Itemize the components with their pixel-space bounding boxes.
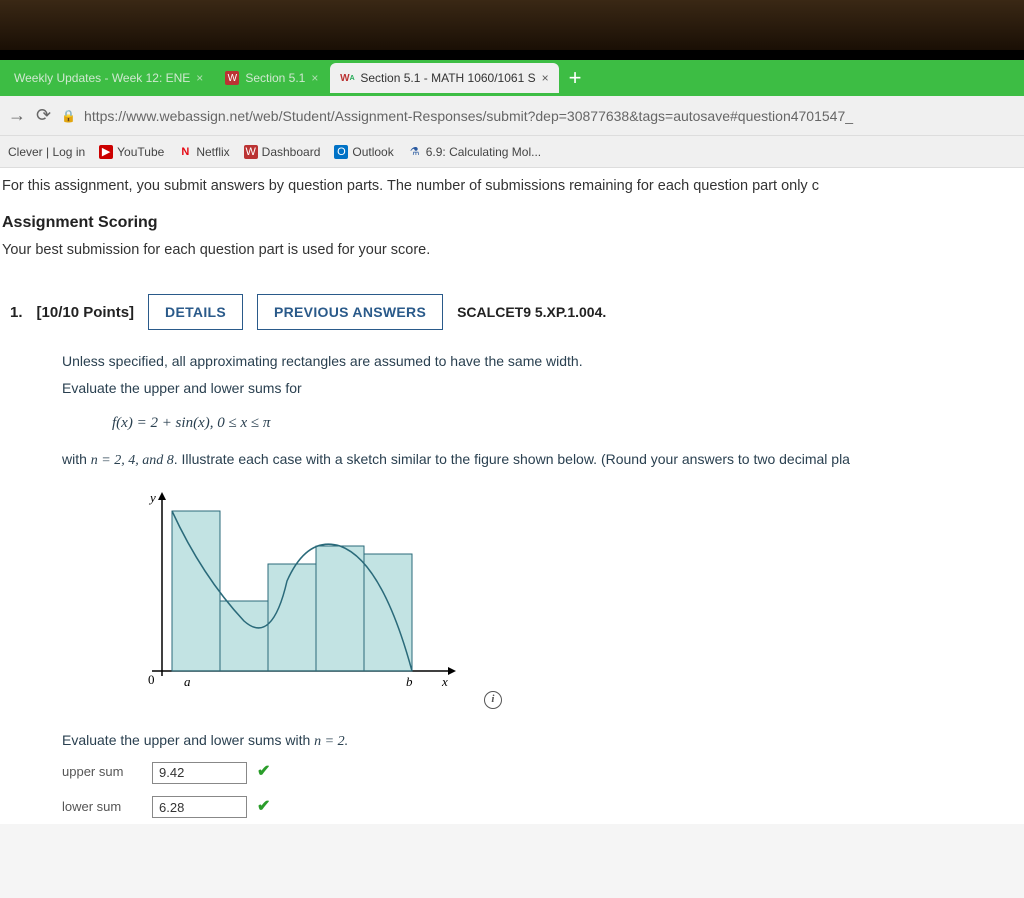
question-text-line: Unless specified, all approximating rect… — [62, 348, 1024, 375]
browser-tab[interactable]: Weekly Updates - Week 12: ENE × — [4, 63, 213, 93]
bookmark-label: 6.9: Calculating Mol... — [426, 145, 541, 159]
lower-sum-input[interactable] — [152, 796, 247, 818]
a-label: a — [184, 674, 191, 689]
page-content: For this assignment, you submit answers … — [0, 168, 1024, 824]
y-axis-label: y — [148, 490, 156, 505]
bookmark-outlook[interactable]: O Outlook — [334, 145, 393, 159]
forward-icon[interactable]: → — [8, 105, 26, 126]
close-icon[interactable]: × — [311, 71, 318, 85]
lower-sum-label: lower sum — [62, 795, 142, 820]
bookmark-chemistry[interactable]: ⚗ 6.9: Calculating Mol... — [408, 145, 541, 159]
browser-tab-bar: Weekly Updates - Week 12: ENE × W Sectio… — [0, 60, 1024, 96]
question-figure: y 0 a b x i — [122, 486, 1024, 715]
bookmark-netflix[interactable]: N Netflix — [178, 145, 229, 159]
flask-icon: ⚗ — [408, 145, 422, 159]
url-text: https://www.webassign.net/web/Student/As… — [84, 108, 853, 124]
bookmarks-bar: Clever | Log in ▶ YouTube N Netflix W Da… — [0, 136, 1024, 168]
question-formula: f(x) = 2 + sin(x), 0 ≤ x ≤ π — [62, 401, 1024, 446]
bookmark-label: Netflix — [196, 145, 229, 159]
upper-sum-row: upper sum ✔ — [62, 755, 1024, 789]
bookmark-label: Dashboard — [262, 145, 321, 159]
tab-title: Section 5.1 — [245, 71, 305, 85]
outlook-icon: O — [334, 145, 348, 159]
browser-tab[interactable]: W Section 5.1 × — [215, 63, 328, 93]
check-icon: ✔ — [257, 792, 270, 822]
b-label: b — [406, 674, 413, 689]
previous-answers-button[interactable]: PREVIOUS ANSWERS — [257, 294, 443, 330]
check-icon: ✔ — [257, 757, 270, 787]
riemann-sum-sketch: y 0 a b x — [122, 486, 472, 706]
bookmark-youtube[interactable]: ▶ YouTube — [99, 145, 164, 159]
question-header: 1. [10/10 Points] DETAILS PREVIOUS ANSWE… — [2, 288, 1024, 348]
submission-info: For this assignment, you submit answers … — [2, 176, 1024, 206]
dashboard-icon: W — [244, 145, 258, 159]
browser-address-bar: → ⟳ 🔒 https://www.webassign.net/web/Stud… — [0, 96, 1024, 136]
tab-title: Weekly Updates - Week 12: ENE — [14, 71, 190, 85]
lower-sum-row: lower sum ✔ — [62, 790, 1024, 824]
upper-sum-label: upper sum — [62, 760, 142, 785]
reload-icon[interactable]: ⟳ — [36, 105, 51, 126]
upper-sum-input[interactable] — [152, 762, 247, 784]
webassign-icon: W — [225, 71, 239, 85]
question-text-line: with n = 2, 4, and 8. Illustrate each ca… — [62, 446, 1024, 475]
photo-background — [0, 0, 1024, 50]
question-points: [10/10 Points] — [37, 304, 135, 321]
scoring-heading: Assignment Scoring — [2, 206, 1024, 242]
url-bar[interactable]: 🔒 https://www.webassign.net/web/Student/… — [61, 108, 1016, 124]
bookmark-label: YouTube — [117, 145, 164, 159]
browser-tab-active[interactable]: WA Section 5.1 - MATH 1060/1061 S × — [330, 63, 558, 93]
question-code: SCALCET9 5.XP.1.004. — [457, 304, 606, 320]
question-number: 1. — [10, 304, 23, 321]
screen-bezel — [0, 50, 1024, 60]
netflix-icon: N — [178, 145, 192, 159]
bookmark-label: Outlook — [352, 145, 393, 159]
lock-icon: 🔒 — [61, 109, 76, 123]
question-body: Unless specified, all approximating rect… — [2, 348, 1024, 824]
youtube-icon: ▶ — [99, 145, 113, 159]
info-icon[interactable]: i — [484, 691, 502, 709]
webassign-icon: WA — [340, 71, 354, 85]
new-tab-button[interactable]: + — [561, 65, 590, 91]
bookmark-label: Clever | Log in — [8, 145, 85, 159]
close-icon[interactable]: × — [542, 71, 549, 85]
bookmark-dashboard[interactable]: W Dashboard — [244, 145, 321, 159]
scoring-text: Your best submission for each question p… — [2, 242, 1024, 288]
close-icon[interactable]: × — [196, 71, 203, 85]
question-text-line: Evaluate the upper and lower sums for — [62, 375, 1024, 402]
origin-label: 0 — [148, 672, 155, 687]
evaluate-line: Evaluate the upper and lower sums with n… — [62, 721, 1024, 756]
bookmark-clever[interactable]: Clever | Log in — [8, 145, 85, 159]
tab-title: Section 5.1 - MATH 1060/1061 S — [360, 71, 535, 85]
x-axis-label: x — [441, 674, 448, 689]
details-button[interactable]: DETAILS — [148, 294, 243, 330]
